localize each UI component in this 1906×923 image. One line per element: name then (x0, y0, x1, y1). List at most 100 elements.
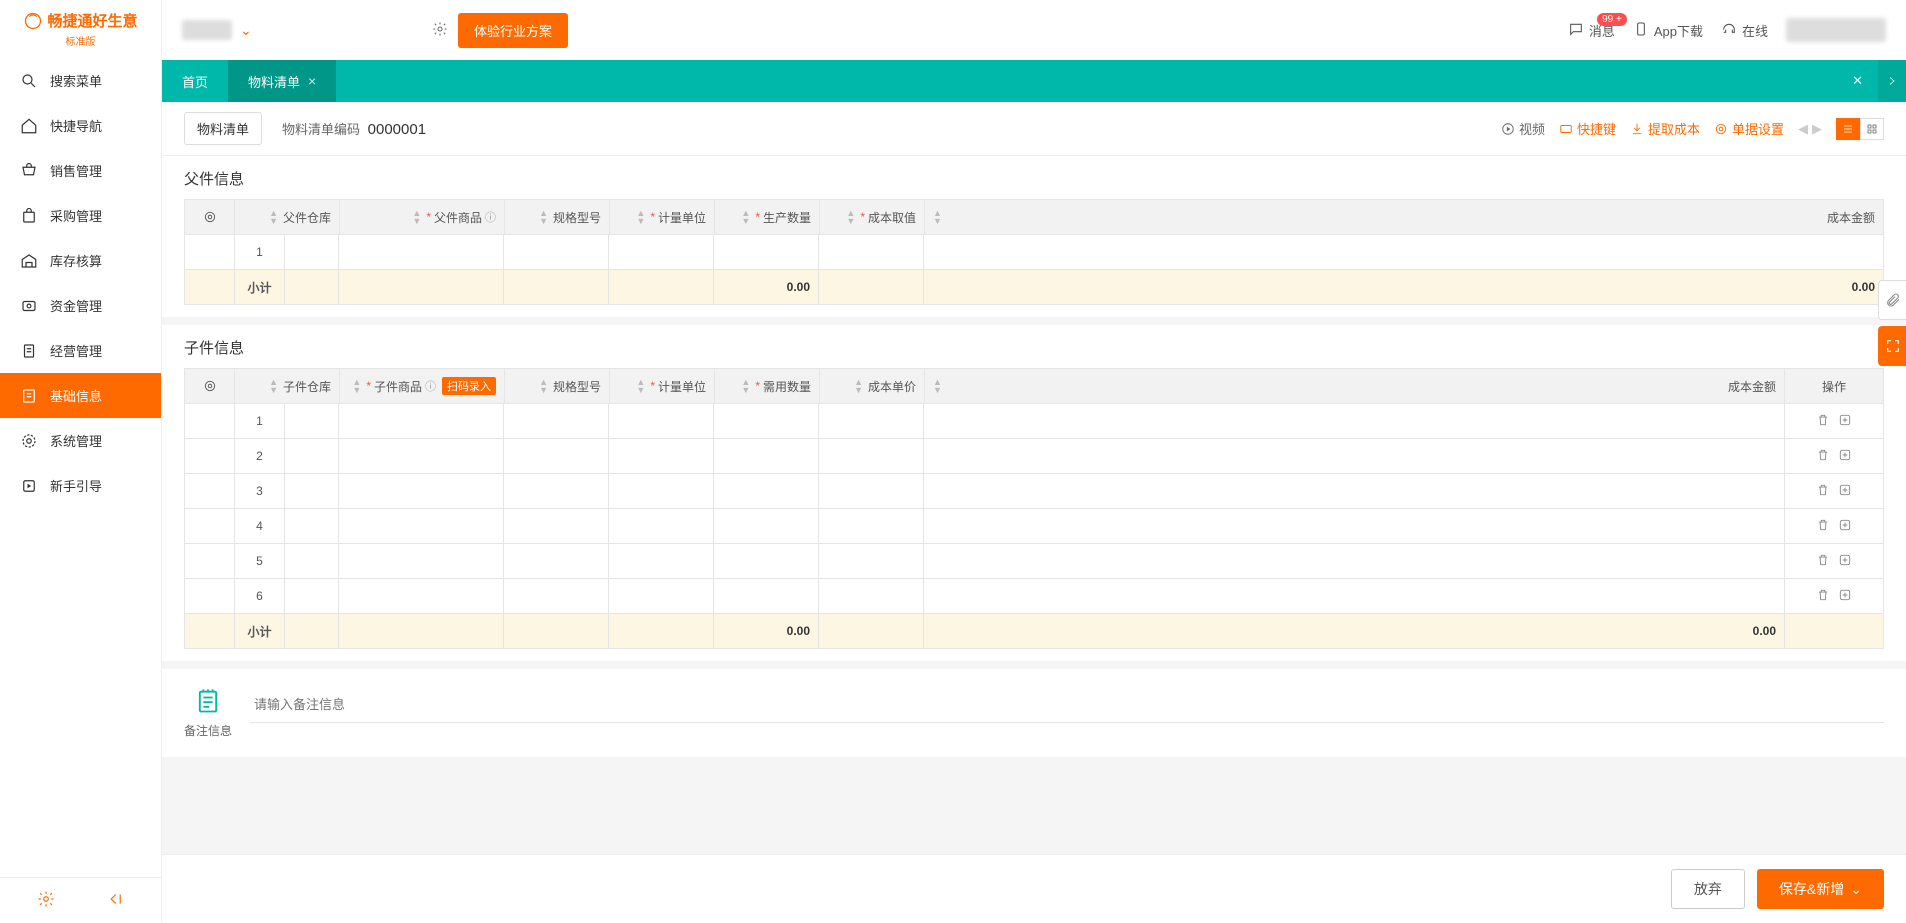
child-row[interactable]: 4 (185, 508, 1883, 543)
row-index: 2 (235, 439, 285, 473)
child-row[interactable]: 5 (185, 543, 1883, 578)
add-row-button[interactable] (1838, 588, 1852, 605)
menu-finance[interactable]: 资金管理 (0, 283, 161, 328)
add-row-button[interactable] (1838, 553, 1852, 570)
view-grid-button[interactable] (1860, 118, 1884, 140)
money-icon (20, 297, 38, 315)
menu-purchase[interactable]: 采购管理 (0, 193, 161, 238)
col-parent-product[interactable]: ▲▼*父件商品ⓘ (340, 200, 505, 234)
messages-button[interactable]: 消息 99 + (1568, 21, 1615, 40)
col-settings-button[interactable] (185, 200, 235, 234)
app-download-button[interactable]: App下载 (1633, 21, 1703, 40)
add-row-button[interactable] (1838, 518, 1852, 535)
menu-label: 搜索菜单 (50, 71, 102, 90)
form-header-actions: 视频 快捷键 提取成本 单据设置 ◀ ▶ (1501, 118, 1884, 140)
scan-input-button[interactable]: 扫码录入 (442, 377, 496, 395)
col-child-unit[interactable]: ▲▼*计量单位 (610, 369, 715, 403)
row-index: 3 (235, 474, 285, 508)
online-support-button[interactable]: 在线 (1721, 21, 1768, 40)
menu-search[interactable]: 搜索菜单 (0, 58, 161, 103)
child-row[interactable]: 1 (185, 403, 1883, 438)
menu-sales[interactable]: 销售管理 (0, 148, 161, 193)
parent-subtotal-row: 小计 0.00 0.00 (185, 269, 1883, 304)
tab-home[interactable]: 首页 (162, 60, 228, 102)
shortcut-link[interactable]: 快捷键 (1559, 119, 1616, 138)
tab-bom[interactable]: 物料清单 × (228, 60, 336, 102)
settings-button[interactable] (37, 890, 55, 911)
menu-quick-nav[interactable]: 快捷导航 (0, 103, 161, 148)
guide-icon (20, 477, 38, 495)
add-row-button[interactable] (1838, 413, 1852, 430)
save-new-label: 保存&新增 (1779, 879, 1844, 899)
col-settings-button[interactable] (185, 369, 235, 403)
add-row-button[interactable] (1838, 448, 1852, 465)
menu-inventory[interactable]: 库存核算 (0, 238, 161, 283)
discard-button[interactable]: 放弃 (1671, 869, 1745, 909)
parent-section: 父件信息 ▲▼父件仓库 ▲▼*父件商品ⓘ ▲▼规格型号 ▲▼*计量单位 ▲▼*生… (162, 156, 1906, 317)
col-child-warehouse[interactable]: ▲▼子件仓库 (235, 369, 340, 403)
remark-input[interactable] (250, 687, 1884, 723)
menu-label: 快捷导航 (50, 116, 102, 135)
col-child-unitcost[interactable]: ▲▼成本单价 (820, 369, 925, 403)
delete-row-button[interactable] (1816, 518, 1830, 535)
collapse-button[interactable] (106, 890, 124, 911)
org-settings-button[interactable] (432, 21, 448, 40)
col-child-qty[interactable]: ▲▼*需用数量 (715, 369, 820, 403)
cta-button[interactable]: 体验行业方案 (458, 13, 568, 48)
video-link[interactable]: 视频 (1501, 119, 1545, 138)
row-index: 5 (235, 544, 285, 578)
form-header: 物料清单 物料清单编码 0000001 视频 快捷键 提取成本 单据设置 ◀ ▶ (162, 102, 1906, 156)
menu-label: 采购管理 (50, 206, 102, 225)
close-all-tabs-button[interactable]: ✕ (1837, 73, 1878, 89)
delete-row-button[interactable] (1816, 588, 1830, 605)
col-parent-warehouse[interactable]: ▲▼父件仓库 (235, 200, 340, 234)
tabs-more-button[interactable] (1878, 60, 1906, 102)
main-menu: 搜索菜单 快捷导航 销售管理 采购管理 库存核算 资金管理 (0, 58, 161, 877)
menu-label: 资金管理 (50, 296, 102, 315)
menu-label: 新手引导 (50, 476, 102, 495)
row-index: 4 (235, 509, 285, 543)
save-new-button[interactable]: 保存&新增 ⌄ (1757, 869, 1884, 909)
org-selector[interactable]: ⌄ (182, 20, 422, 40)
next-record-button[interactable]: ▶ (1812, 121, 1822, 137)
help-icon[interactable]: ⓘ (425, 378, 436, 394)
bag-icon (20, 207, 38, 225)
row-index: 1 (235, 235, 285, 269)
home-icon (20, 117, 38, 135)
delete-row-button[interactable] (1816, 483, 1830, 500)
col-parent-unit[interactable]: ▲▼*计量单位 (610, 200, 715, 234)
child-section: 子件信息 ▲▼子件仓库 ▲▼*子件商品ⓘ扫码录入 ▲▼规格型号 ▲▼*计量单位 … (162, 325, 1906, 661)
prev-record-button[interactable]: ◀ (1798, 121, 1808, 137)
col-child-costamount[interactable]: ▲▼成本金额 (925, 369, 1785, 403)
user-avatar-redacted[interactable] (1786, 18, 1886, 42)
menu-basic-info[interactable]: 基础信息 (0, 373, 161, 418)
doc-settings-link[interactable]: 单据设置 (1714, 119, 1784, 138)
row-index: 6 (235, 579, 285, 613)
add-row-button[interactable] (1838, 483, 1852, 500)
col-child-spec[interactable]: ▲▼规格型号 (505, 369, 610, 403)
menu-business[interactable]: 经营管理 (0, 328, 161, 373)
delete-row-button[interactable] (1816, 448, 1830, 465)
gear-dashed-icon (20, 432, 38, 450)
fullscreen-button[interactable] (1878, 326, 1906, 366)
menu-system[interactable]: 系统管理 (0, 418, 161, 463)
attachment-button[interactable] (1878, 280, 1906, 320)
child-row[interactable]: 3 (185, 473, 1883, 508)
extract-cost-link[interactable]: 提取成本 (1630, 119, 1700, 138)
delete-row-button[interactable] (1816, 413, 1830, 430)
col-parent-costamount[interactable]: ▲▼成本金额 (925, 200, 1883, 234)
menu-guide[interactable]: 新手引导 (0, 463, 161, 508)
parent-row[interactable]: 1 (185, 234, 1883, 269)
col-child-product[interactable]: ▲▼*子件商品ⓘ扫码录入 (340, 369, 505, 403)
col-parent-spec[interactable]: ▲▼规格型号 (505, 200, 610, 234)
view-list-button[interactable] (1836, 118, 1860, 140)
child-row[interactable]: 6 (185, 578, 1883, 613)
form-type-tab[interactable]: 物料清单 (184, 112, 262, 145)
col-parent-costvalue[interactable]: ▲▼*成本取值 (820, 200, 925, 234)
close-icon[interactable]: × (308, 73, 316, 89)
delete-row-button[interactable] (1816, 553, 1830, 570)
content-area: 物料清单 物料清单编码 0000001 视频 快捷键 提取成本 单据设置 ◀ ▶ (162, 102, 1906, 854)
help-icon[interactable]: ⓘ (485, 209, 496, 225)
child-row[interactable]: 2 (185, 438, 1883, 473)
col-parent-qty[interactable]: ▲▼*生产数量 (715, 200, 820, 234)
